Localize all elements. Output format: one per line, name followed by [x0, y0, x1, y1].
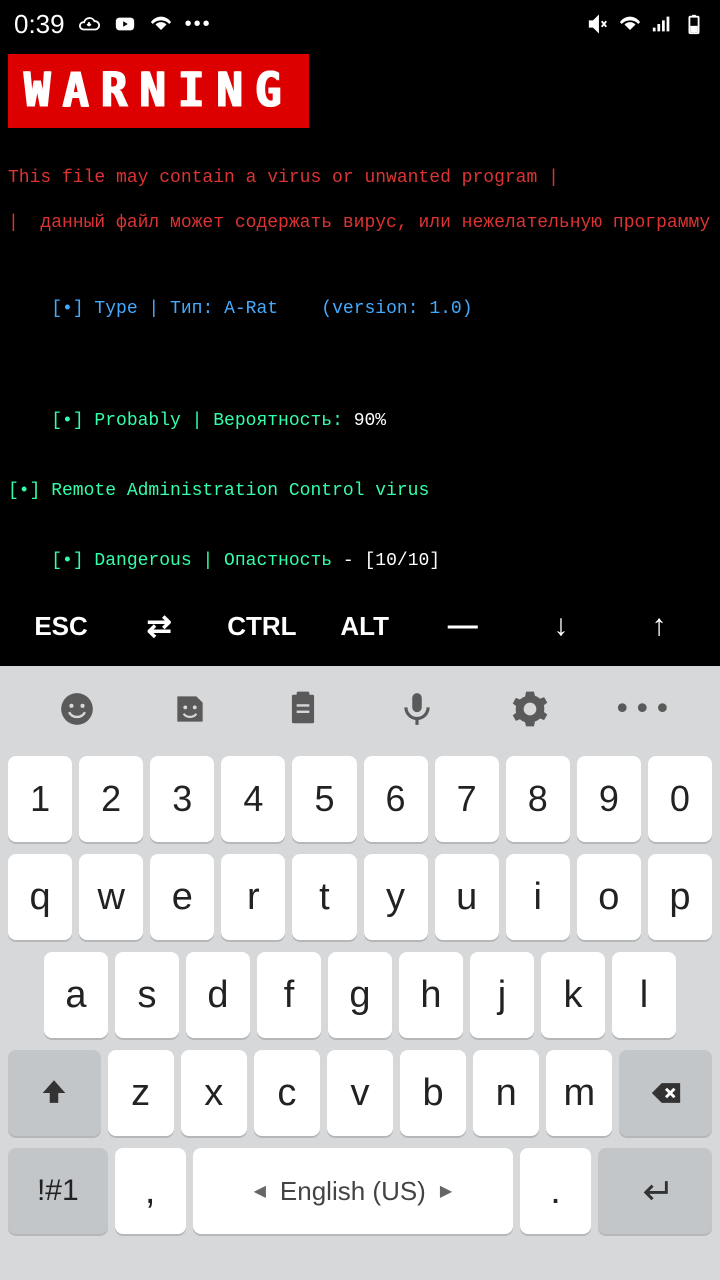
- backspace-key[interactable]: [619, 1050, 712, 1136]
- key-j[interactable]: j: [470, 952, 534, 1038]
- sticker-icon[interactable]: [169, 688, 211, 730]
- shift-key[interactable]: [8, 1050, 101, 1136]
- bottom-row: !#1 , ◀ English (US) ▶ .: [8, 1148, 712, 1234]
- tab-key[interactable]: ⇄: [129, 609, 189, 644]
- key-f[interactable]: f: [257, 952, 321, 1038]
- ctrl-key[interactable]: CTRL: [227, 611, 296, 642]
- key-p[interactable]: p: [648, 854, 712, 940]
- youtube-icon: [113, 12, 137, 36]
- soft-keyboard: ••• 1234567890 qwertyuiop asdfghjkl zxcv…: [0, 666, 720, 1280]
- key-w[interactable]: w: [79, 854, 143, 940]
- space-label: English (US): [280, 1176, 426, 1207]
- key-s[interactable]: s: [115, 952, 179, 1038]
- comma-key[interactable]: ,: [115, 1148, 186, 1234]
- key-r[interactable]: r: [221, 854, 285, 940]
- symbols-key[interactable]: !#1: [8, 1148, 108, 1234]
- key-m[interactable]: m: [546, 1050, 612, 1136]
- status-bar: 0:39 •••: [0, 0, 720, 48]
- mic-icon[interactable]: [396, 688, 438, 730]
- keyboard-more-icon[interactable]: •••: [622, 688, 664, 730]
- danger-line: [•] Dangerous | Опастность - [10/10]: [8, 524, 712, 600]
- key-h[interactable]: h: [399, 952, 463, 1038]
- key-7[interactable]: 7: [435, 756, 499, 842]
- key-6[interactable]: 6: [364, 756, 428, 842]
- key-c[interactable]: c: [254, 1050, 320, 1136]
- key-5[interactable]: 5: [292, 756, 356, 842]
- key-x[interactable]: x: [181, 1050, 247, 1136]
- clipboard-icon[interactable]: [282, 688, 324, 730]
- extra-keys-row: ESC ⇄ CTRL ALT — ↓ ↑: [0, 592, 720, 660]
- key-v[interactable]: v: [327, 1050, 393, 1136]
- description-line: [•] Remote Administration Control virus: [8, 479, 712, 504]
- probability-line: [•] Probably | Вероятность: 90%: [8, 384, 712, 460]
- cloud-download-icon: [77, 12, 101, 36]
- key-1[interactable]: 1: [8, 756, 72, 842]
- key-4[interactable]: 4: [221, 756, 285, 842]
- mute-icon: [586, 12, 610, 36]
- key-9[interactable]: 9: [577, 756, 641, 842]
- key-q[interactable]: q: [8, 854, 72, 940]
- esc-key[interactable]: ESC: [31, 611, 91, 642]
- lang-prev-icon: ◀: [254, 1181, 266, 1201]
- warning-text-ru: | данный файл может содержать вирус, или…: [8, 211, 712, 236]
- key-n[interactable]: n: [473, 1050, 539, 1136]
- up-key[interactable]: ↑: [629, 609, 689, 643]
- lang-next-icon: ▶: [440, 1181, 452, 1201]
- letter-row-3: zxcvbnm: [8, 1050, 712, 1136]
- warning-banner: WARNING: [8, 54, 309, 128]
- key-8[interactable]: 8: [506, 756, 570, 842]
- alt-key[interactable]: ALT: [335, 611, 395, 642]
- number-row: 1234567890: [8, 756, 712, 842]
- wifi-icon: [618, 12, 642, 36]
- wifi-chat-icon: [149, 12, 173, 36]
- letter-row-1: qwertyuiop: [8, 854, 712, 940]
- key-t[interactable]: t: [292, 854, 356, 940]
- key-3[interactable]: 3: [150, 756, 214, 842]
- letter-row-2: asdfghjkl: [8, 952, 712, 1038]
- key-z[interactable]: z: [108, 1050, 174, 1136]
- status-right: [586, 12, 706, 36]
- key-k[interactable]: k: [541, 952, 605, 1038]
- settings-icon[interactable]: [509, 688, 551, 730]
- enter-key[interactable]: [598, 1148, 712, 1234]
- key-a[interactable]: a: [44, 952, 108, 1038]
- key-d[interactable]: d: [186, 952, 250, 1038]
- key-l[interactable]: l: [612, 952, 676, 1038]
- key-o[interactable]: o: [577, 854, 641, 940]
- battery-icon: [682, 12, 706, 36]
- warning-text-en: This file may contain a virus or unwante…: [8, 166, 712, 191]
- signal-icon: [650, 12, 674, 36]
- period-key[interactable]: .: [520, 1148, 591, 1234]
- keyboard-toolbar: •••: [0, 666, 720, 752]
- status-left: 0:39 •••: [14, 9, 212, 40]
- key-b[interactable]: b: [400, 1050, 466, 1136]
- key-2[interactable]: 2: [79, 756, 143, 842]
- clock: 0:39: [14, 9, 65, 40]
- key-e[interactable]: e: [150, 854, 214, 940]
- space-key[interactable]: ◀ English (US) ▶: [193, 1148, 513, 1234]
- down-key[interactable]: ↓: [531, 609, 591, 643]
- emoji-icon[interactable]: [56, 688, 98, 730]
- key-u[interactable]: u: [435, 854, 499, 940]
- key-i[interactable]: i: [506, 854, 570, 940]
- type-line: [•] Type | Тип: A-Rat (version: 1.0): [8, 272, 712, 348]
- key-g[interactable]: g: [328, 952, 392, 1038]
- key-y[interactable]: y: [364, 854, 428, 940]
- key-0[interactable]: 0: [648, 756, 712, 842]
- more-icon: •••: [185, 13, 212, 36]
- minus-key[interactable]: —: [433, 609, 493, 643]
